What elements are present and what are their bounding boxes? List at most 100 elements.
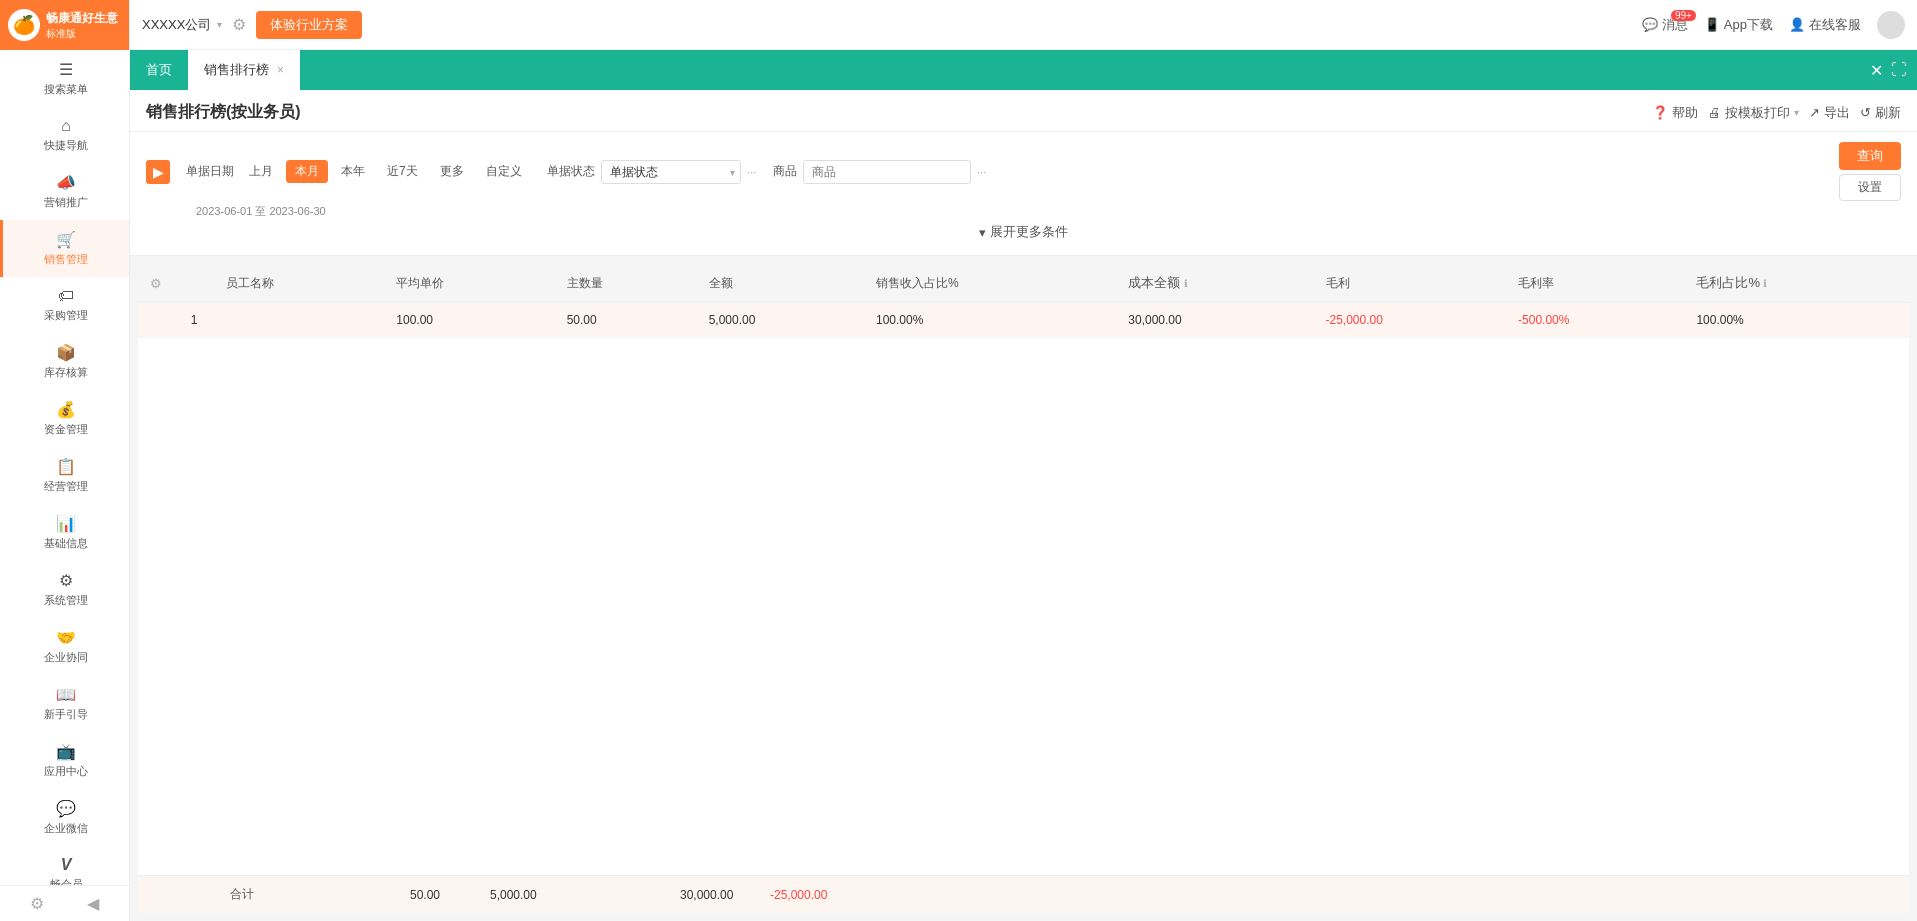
cell-cost: 30,000.00 — [1116, 303, 1313, 338]
filter-expand-btn[interactable]: ▶ — [146, 160, 170, 184]
settings-bottom-icon[interactable]: ⚙ — [30, 894, 44, 913]
page-title: 销售排行榜(按业务员) — [146, 102, 301, 123]
footer-cost: 30,000.00 — [680, 888, 770, 902]
more-conditions-btn[interactable]: ▾ 展开更多条件 — [979, 223, 1068, 241]
sidebar-item-finance[interactable]: 💰 资金管理 — [0, 390, 129, 447]
table-empty-space — [138, 338, 1909, 875]
message-btn[interactable]: 💬 消息 99+ — [1642, 16, 1688, 34]
sidebar-item-member[interactable]: V 畅会员 — [0, 846, 129, 885]
sidebar-item-app-center[interactable]: 📺 应用中心 — [0, 732, 129, 789]
sidebar: 🍊 畅康通好生意 标准版 ☰ 搜索菜单 ⌂ 快捷导航 📣 营销推广 🛒 销售管理… — [0, 0, 130, 921]
sidebar-item-operations[interactable]: 📋 经营管理 — [0, 447, 129, 504]
tab-sales-ranking[interactable]: 销售排行榜 × — [188, 50, 300, 90]
sidebar-item-sales[interactable]: 🛒 销售管理 — [0, 220, 129, 277]
date-btn-more[interactable]: 更多 — [431, 160, 473, 183]
home-icon: ⌂ — [61, 117, 71, 135]
col-settings-icon[interactable]: ⚙ — [150, 276, 162, 291]
company-name: XXXXX公司 — [142, 16, 211, 34]
avatar[interactable] — [1877, 11, 1905, 39]
footer-amount: 5,000.00 — [490, 888, 580, 902]
maximize-icon[interactable]: ⛶ — [1891, 61, 1907, 79]
settings-btn[interactable]: 设置 — [1839, 174, 1901, 201]
date-btn-this-month[interactable]: 本月 — [286, 160, 328, 183]
app-download-btn[interactable]: 📱 App下载 — [1704, 16, 1773, 34]
sidebar-item-label: 营销推广 — [44, 195, 88, 210]
help-label: 帮助 — [1672, 104, 1698, 122]
date-filter: 单据日期 上月 本月 本年 近7天 更多 自定义 — [186, 160, 531, 183]
sidebar-item-label: 应用中心 — [44, 764, 88, 779]
expand-down-icon: ▾ — [979, 225, 986, 240]
print-btn[interactable]: 🖨 按模板打印 ▾ — [1708, 104, 1799, 122]
filter-actions: 查询 设置 — [1839, 142, 1901, 201]
status-filter: 单据状态 单据状态 ··· — [547, 160, 757, 184]
sidebar-item-label: 资金管理 — [44, 422, 88, 437]
date-btn-custom[interactable]: 自定义 — [477, 160, 531, 183]
sidebar-item-label: 采购管理 — [44, 308, 88, 323]
col-avg-price: 平均单价 — [384, 264, 554, 303]
print-arrow-icon: ▾ — [1794, 107, 1799, 118]
col-employee: 员工名称 — [214, 264, 384, 303]
print-label: 按模板打印 — [1725, 104, 1790, 122]
purchase-icon: 🏷 — [58, 287, 74, 305]
app-download-label: App下载 — [1724, 16, 1773, 34]
tab-close-icon[interactable]: × — [277, 63, 284, 77]
sidebar-item-purchase[interactable]: 🏷 采购管理 — [0, 277, 129, 333]
col-rank — [174, 264, 214, 303]
status-more-icon: ··· — [747, 165, 757, 179]
tab-home[interactable]: 首页 — [130, 50, 188, 90]
company-selector[interactable]: XXXXX公司 ▾ — [142, 16, 222, 34]
cell-gross: -25,000.00 — [1314, 303, 1507, 338]
footer-main-qty: 50.00 — [410, 888, 490, 902]
date-btn-last-month[interactable]: 上月 — [240, 160, 282, 183]
sidebar-item-cooperation[interactable]: 🤝 企业协同 — [0, 618, 129, 675]
print-icon: 🖨 — [1708, 105, 1721, 120]
cell-settings — [138, 303, 174, 338]
search-menu-icon: ☰ — [59, 60, 73, 79]
sidebar-item-quick-nav[interactable]: ⌂ 快捷导航 — [0, 107, 129, 163]
ratio-info-icon: ℹ — [1763, 278, 1767, 289]
sidebar-item-marketing[interactable]: 📣 营销推广 — [0, 163, 129, 220]
sidebar-item-label: 系统管理 — [44, 593, 88, 608]
col-gross-ratio: 毛利占比% ℹ — [1684, 264, 1909, 303]
sidebar-item-wechat[interactable]: 💬 企业微信 — [0, 789, 129, 846]
date-buttons: 上月 本月 本年 近7天 更多 自定义 — [240, 160, 531, 183]
cell-gross-ratio: 100.00% — [1684, 303, 1909, 338]
trial-btn[interactable]: 体验行业方案 — [256, 11, 362, 39]
collapse-icon[interactable]: ◀ — [87, 894, 99, 913]
sidebar-item-search[interactable]: ☰ 搜索菜单 — [0, 50, 129, 107]
guide-icon: 📖 — [56, 685, 76, 704]
system-icon: ⚙ — [59, 571, 73, 590]
logo-text: 畅康通好生意 标准版 — [46, 10, 118, 41]
sidebar-item-basic-info[interactable]: 📊 基础信息 — [0, 504, 129, 561]
table-footer: 合计 50.00 5,000.00 30,000.00 -25,000.00 — [138, 875, 1909, 913]
cell-sales-ratio: 100.00% — [864, 303, 1116, 338]
date-btn-7days[interactable]: 近7天 — [378, 160, 427, 183]
footer-label: 合计 — [230, 886, 330, 903]
date-btn-this-year[interactable]: 本年 — [332, 160, 374, 183]
sidebar-item-label: 快捷导航 — [44, 138, 88, 153]
tabbar: 首页 销售排行榜 × ✕ ⛶ — [130, 50, 1917, 90]
operations-icon: 📋 — [56, 457, 76, 476]
online-service-btn[interactable]: 👤 在线客服 — [1789, 16, 1861, 34]
col-gross-rate: 毛利率 — [1506, 264, 1684, 303]
sidebar-item-guide[interactable]: 📖 新手引导 — [0, 675, 129, 732]
goods-input[interactable] — [803, 160, 971, 184]
basic-info-icon: 📊 — [56, 514, 76, 533]
query-btn[interactable]: 查询 — [1839, 142, 1901, 170]
topbar-settings-icon[interactable]: ⚙ — [232, 15, 246, 34]
close-window-icon[interactable]: ✕ — [1870, 61, 1883, 80]
cell-rank: 1 — [174, 303, 214, 338]
export-btn[interactable]: ↗ 导出 — [1809, 104, 1850, 122]
sidebar-item-system[interactable]: ⚙ 系统管理 — [0, 561, 129, 618]
cooperation-icon: 🤝 — [56, 628, 76, 647]
sidebar-navigation: ☰ 搜索菜单 ⌂ 快捷导航 📣 营销推广 🛒 销售管理 🏷 采购管理 📦 库存核… — [0, 50, 129, 885]
sidebar-item-label: 企业协同 — [44, 650, 88, 665]
refresh-btn[interactable]: ↺ 刷新 — [1860, 104, 1901, 122]
status-filter-label: 单据状态 — [547, 163, 595, 180]
export-label: 导出 — [1824, 104, 1850, 122]
more-conditions-label: 展开更多条件 — [990, 223, 1068, 241]
help-btn[interactable]: ❓ 帮助 — [1652, 104, 1698, 122]
goods-filter-label: 商品 — [773, 163, 797, 180]
status-select[interactable]: 单据状态 — [601, 160, 741, 184]
sidebar-item-inventory[interactable]: 📦 库存核算 — [0, 333, 129, 390]
